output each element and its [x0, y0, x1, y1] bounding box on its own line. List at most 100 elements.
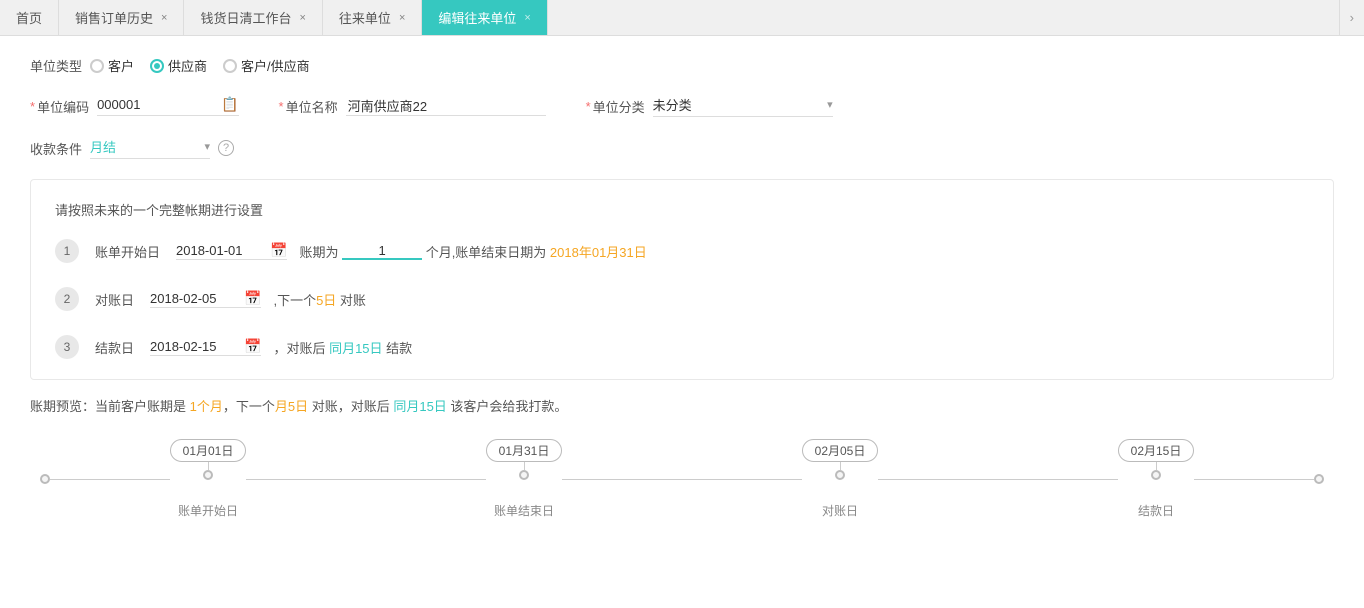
timeline-node-1-stem — [208, 462, 209, 470]
timeline-node-2-stem — [524, 462, 525, 470]
period-date-3-input[interactable] — [150, 339, 240, 354]
timeline-node-3-sub: 对账日 — [822, 502, 858, 519]
unit-category-field: * 单位分类 未分类 ▾ — [586, 95, 833, 117]
preview-payment: 同月15日 — [393, 399, 446, 414]
unit-cat-required: * — [586, 99, 591, 114]
period-date-1-wrapper: 📅 — [176, 242, 287, 260]
unit-cat-label: 单位分类 — [593, 97, 645, 116]
period-desc-3: ，对账后 同月15日 结款 — [273, 338, 412, 357]
unit-code-browse-icon[interactable]: 📋 — [221, 96, 238, 113]
radio-customer-circle — [90, 59, 104, 73]
tab-related-units[interactable]: 往来单位 × — [323, 0, 422, 35]
unit-type-field: 单位类型 客户 供应商 客户/供应商 — [30, 56, 310, 75]
payment-terms-help-icon[interactable]: ? — [218, 140, 234, 156]
payment-terms-row: 收款条件 月结 ▾ ? — [30, 137, 1334, 159]
unit-code-field: * 单位编码 📋 — [30, 96, 239, 116]
tab-home[interactable]: 首页 — [0, 0, 59, 35]
tab-cash-ledger[interactable]: 钱货日清工作台 × — [184, 0, 322, 35]
unit-name-field: * 单位名称 — [279, 96, 546, 116]
period-date-2-cal-icon[interactable]: 📅 — [244, 290, 261, 307]
period-settings-box: 请按照未来的一个完整帐期进行设置 1 账单开始日 📅 账期为 个月,账单结束日期… — [30, 179, 1334, 380]
period-label-1: 账单开始日 — [95, 242, 160, 261]
tab-sales-history-close[interactable]: × — [161, 12, 167, 24]
unit-code-label: 单位编码 — [37, 97, 89, 116]
timeline-node-3: 02月05日 对账日 — [802, 439, 879, 519]
unit-cat-value: 未分类 — [653, 95, 827, 114]
tab-home-label: 首页 — [16, 8, 42, 27]
unit-cat-select[interactable]: 未分类 ▾ — [653, 95, 833, 117]
unit-name-input[interactable] — [346, 96, 546, 116]
timeline-node-4: 02月15日 结款日 — [1118, 439, 1195, 519]
period-months-input[interactable] — [342, 243, 422, 260]
payment-terms-value: 月结 — [90, 137, 200, 156]
period-date-2-wrapper: 📅 — [150, 290, 261, 308]
timeline-node-4-sub: 结款日 — [1138, 502, 1174, 519]
tab-related-units-label: 往来单位 — [339, 8, 391, 27]
period-num-1: 1 — [55, 239, 79, 263]
timeline-node-2: 01月31日 账单结束日 — [486, 439, 563, 519]
timeline-node-2-label: 01月31日 — [486, 439, 563, 462]
timeline-node-3-stem — [840, 462, 841, 470]
unit-type-row: 单位类型 客户 供应商 客户/供应商 — [30, 56, 1334, 75]
tab-related-units-close[interactable]: × — [399, 12, 405, 24]
tab-edit-unit-close[interactable]: × — [524, 12, 530, 24]
tab-sales-history-label: 销售订单历史 — [75, 8, 153, 27]
timeline-start-dot — [40, 474, 50, 484]
unit-cat-arrow-icon: ▾ — [827, 98, 833, 111]
tab-cash-ledger-close[interactable]: × — [299, 12, 305, 24]
period-label-2: 对账日 — [95, 290, 134, 309]
timeline-node-4-stem — [1156, 462, 1157, 470]
timeline-node-3-label: 02月05日 — [802, 439, 879, 462]
timeline-line-4 — [878, 479, 1117, 480]
radio-customer-supplier[interactable]: 客户/供应商 — [223, 56, 310, 75]
tab-cash-ledger-label: 钱货日清工作台 — [200, 8, 291, 27]
timeline-node-1-label: 01月01日 — [170, 439, 247, 462]
tabs-more-arrow[interactable]: › — [1339, 0, 1364, 35]
timeline-line-2 — [246, 479, 485, 480]
tab-sales-history[interactable]: 销售订单历史 × — [59, 0, 184, 35]
period-label-3: 结款日 — [95, 338, 134, 357]
timeline-node-1: 01月01日 账单开始日 — [170, 439, 247, 519]
period-date-1-cal-icon[interactable]: 📅 — [270, 242, 287, 259]
period-row-1: 1 账单开始日 📅 账期为 个月,账单结束日期为 2018年01月31日 — [55, 239, 1309, 263]
timeline-line-1 — [50, 479, 170, 480]
timeline-node-4-dot — [1151, 470, 1161, 480]
unit-code-input[interactable] — [97, 97, 217, 112]
period-date-3-cal-icon[interactable]: 📅 — [244, 338, 261, 355]
period-row-2: 2 对账日 📅 ,下一个5日 对账 — [55, 287, 1309, 311]
payment-terms-select[interactable]: 月结 ▾ — [90, 137, 210, 159]
timeline-line-3 — [562, 479, 801, 480]
preview-text: 账期预览：当前客户账期是 1个月，下一个月5日 对账，对账后 同月15日 该客户… — [30, 396, 1334, 415]
timeline-line-5 — [1194, 479, 1314, 480]
main-content: 单位类型 客户 供应商 客户/供应商 * 单位编码 — [0, 36, 1364, 608]
timeline-container: 01月01日 账单开始日 01月31日 账单结束日 02月05日 对账日 — [30, 439, 1334, 519]
unit-code-required: * — [30, 99, 35, 114]
unit-type-radio-group: 客户 供应商 客户/供应商 — [90, 56, 310, 75]
radio-customer[interactable]: 客户 — [90, 56, 134, 75]
period-row-3: 3 结款日 📅 ，对账后 同月15日 结款 — [55, 335, 1309, 359]
timeline-node-3-dot — [835, 470, 845, 480]
timeline-node-4-label: 02月15日 — [1118, 439, 1195, 462]
period-date-2-input[interactable] — [150, 291, 240, 306]
period-reconcile-day: 5日 — [316, 293, 336, 308]
period-desc-1b: 个月,账单结束日期为 2018年01月31日 — [422, 242, 647, 261]
period-desc-2: ,下一个5日 对账 — [273, 290, 365, 309]
timeline-node-2-sub: 账单结束日 — [494, 502, 554, 519]
radio-customer-supplier-circle — [223, 59, 237, 73]
period-end-date: 2018年01月31日 — [550, 245, 647, 260]
chevron-right-icon: › — [1350, 10, 1354, 25]
unit-name-required: * — [279, 99, 284, 114]
unit-type-label: 单位类型 — [30, 56, 82, 75]
tabs-bar: 首页 销售订单历史 × 钱货日清工作台 × 往来单位 × 编辑往来单位 × › — [0, 0, 1364, 36]
timeline-end-dot — [1314, 474, 1324, 484]
unit-name-label: 单位名称 — [286, 97, 338, 116]
period-desc-1: 账期为 — [299, 242, 342, 261]
payment-terms-label: 收款条件 — [30, 139, 82, 158]
radio-supplier[interactable]: 供应商 — [150, 56, 207, 75]
tab-edit-unit[interactable]: 编辑往来单位 × — [422, 0, 547, 35]
tab-edit-unit-label: 编辑往来单位 — [438, 8, 516, 27]
preview-reconcile: 月5日 — [275, 399, 308, 414]
payment-terms-field: 收款条件 月结 ▾ ? — [30, 137, 234, 159]
period-date-1-input[interactable] — [176, 243, 266, 258]
timeline-node-2-dot — [519, 470, 529, 480]
